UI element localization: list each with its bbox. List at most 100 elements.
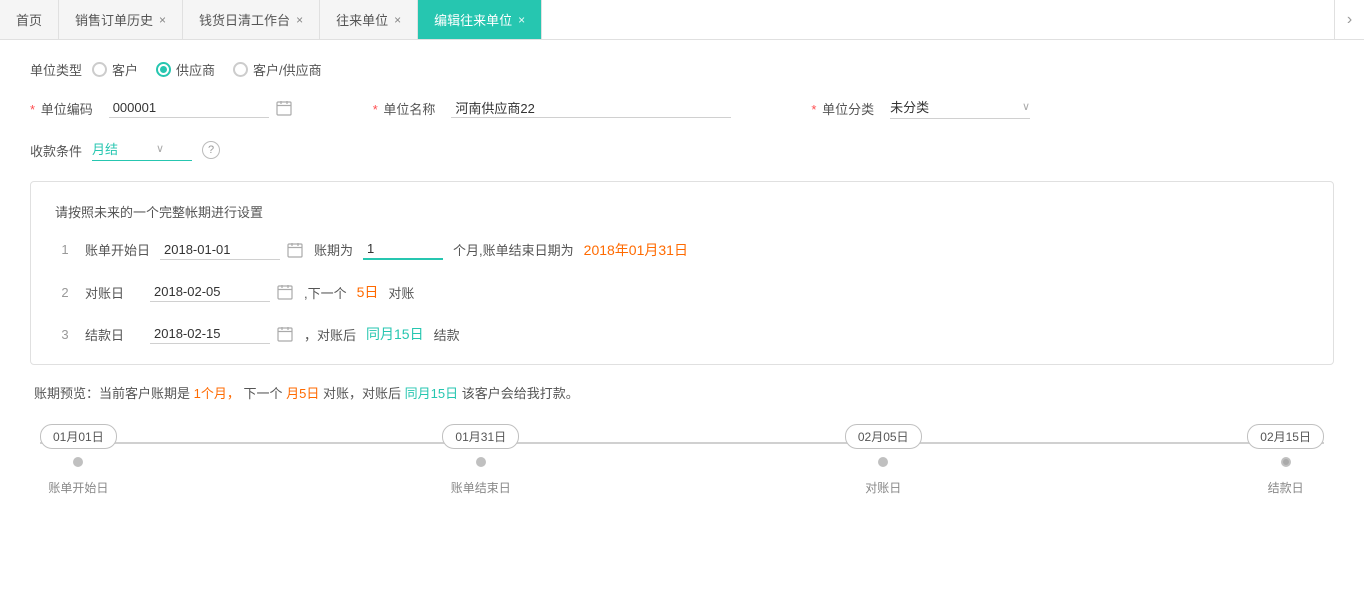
unit-code-input-group — [109, 98, 293, 118]
radio-both[interactable]: 客户/供应商 — [233, 60, 322, 79]
tab-partner-unit[interactable]: 往来单位 × — [320, 0, 418, 39]
period-date-calendar-icon-2[interactable] — [276, 283, 294, 301]
preview-section: 账期预览：当前客户账期是 1个月， 下一个 月5日 对账，对账后 同月15日 该… — [30, 383, 1334, 402]
period-value-input[interactable] — [363, 239, 443, 260]
unit-name-star: * — [373, 102, 378, 117]
unit-code-group: * 单位编码 — [30, 98, 293, 118]
radio-both-circle — [233, 62, 248, 77]
radio-supplier[interactable]: 供应商 — [156, 60, 215, 79]
tab-edit-partner[interactable]: 编辑往来单位 × — [418, 0, 542, 39]
period-date-calendar-icon-3[interactable] — [276, 325, 294, 343]
period-num-1: 1 — [55, 242, 75, 257]
period-num-3: 3 — [55, 327, 75, 342]
tab-partner-unit-close[interactable]: × — [394, 13, 401, 27]
unit-type-row: 单位类型 客户 供应商 客户/供应商 — [30, 60, 1334, 79]
period-row-3: 3 结款日 ，对账后 同月15日 结款 — [55, 324, 1309, 344]
timeline-node-1: 01月01日 账单开始日 — [40, 424, 117, 496]
period-date-group-3 — [150, 324, 294, 344]
timeline-dot-1 — [73, 457, 83, 467]
timeline-node-2: 01月31日 账单结束日 — [442, 424, 519, 496]
period-row3-prefix: ，对账后 — [304, 325, 356, 344]
unit-category-arrow: ∨ — [1022, 100, 1030, 113]
tab-home[interactable]: 首页 — [0, 0, 59, 39]
period-row2-suffix: 对账 — [388, 283, 414, 302]
period-label-1: 账单开始日 — [85, 240, 150, 259]
period-label-2: 对账日 — [85, 283, 140, 302]
preview-highlight2: 月5日 — [286, 386, 319, 401]
unit-type-radio-group: 客户 供应商 客户/供应商 — [92, 60, 322, 79]
payment-terms-value: 月结 — [92, 139, 152, 158]
period-date-input-2[interactable] — [150, 282, 270, 302]
timeline-sublabel-4: 结款日 — [1268, 479, 1304, 496]
page-content: 单位类型 客户 供应商 客户/供应商 * 单位编码 — [0, 40, 1364, 608]
payment-terms-arrow: ∨ — [156, 142, 164, 155]
tab-home-label: 首页 — [16, 10, 42, 29]
tab-sales-history-label: 销售订单历史 — [75, 10, 153, 29]
preview-suffix: 该客户会给我打款。 — [462, 386, 579, 401]
unit-info-row: * 单位编码 * 单位名称 — [30, 97, 1334, 119]
tab-cash-ledger-label: 钱货日清工作台 — [199, 10, 290, 29]
unit-category-label: * 单位分类 — [811, 99, 874, 118]
payment-terms-dropdown[interactable]: 月结 ∨ — [92, 139, 192, 161]
payment-terms-label: 收款条件 — [30, 141, 82, 160]
preview-prefix: 账期预览：当前客户账期是 — [34, 386, 190, 401]
timeline-pill-3: 02月05日 — [845, 424, 922, 449]
tab-edit-partner-close[interactable]: × — [518, 13, 525, 27]
tab-sales-history[interactable]: 销售订单历史 × — [59, 0, 183, 39]
tab-sales-history-close[interactable]: × — [159, 13, 166, 27]
period-row-2: 2 对账日 ,下一个 5日 对账 — [55, 282, 1309, 302]
unit-code-calendar-icon[interactable] — [275, 99, 293, 117]
unit-code-input[interactable] — [109, 98, 269, 118]
period-row3-suffix: 结款 — [434, 325, 460, 344]
radio-customer[interactable]: 客户 — [92, 60, 138, 79]
period-date-input-3[interactable] — [150, 324, 270, 344]
period-date-group-1 — [160, 240, 304, 260]
tab-edit-partner-label: 编辑往来单位 — [434, 10, 512, 29]
period-date-input-1[interactable] — [160, 240, 280, 260]
timeline-dot-3 — [878, 457, 888, 467]
period-row2-highlight: 5日 — [357, 282, 379, 302]
unit-name-input[interactable] — [451, 98, 731, 118]
unit-category-star: * — [811, 102, 816, 117]
timeline-pill-1: 01月01日 — [40, 424, 117, 449]
tab-partner-unit-label: 往来单位 — [336, 10, 388, 29]
radio-customer-label: 客户 — [112, 60, 138, 79]
preview-highlight3: 同月15日 — [405, 386, 458, 401]
unit-name-group: * 单位名称 — [373, 98, 732, 118]
tab-cash-ledger[interactable]: 钱货日清工作台 × — [183, 0, 320, 39]
timeline-container: 01月01日 账单开始日 01月31日 账单结束日 02月05日 对账日 02月… — [40, 424, 1324, 496]
radio-both-label: 客户/供应商 — [253, 60, 322, 79]
period-end-date: 2018年01月31日 — [584, 240, 688, 260]
unit-category-dropdown[interactable]: 未分类 ∨ — [890, 97, 1030, 119]
unit-code-label: * 单位编码 — [30, 99, 93, 118]
help-icon[interactable]: ? — [202, 141, 220, 159]
period-num-2: 2 — [55, 285, 75, 300]
unit-category-value: 未分类 — [890, 97, 1018, 116]
timeline-sublabel-3: 对账日 — [865, 479, 901, 496]
timeline-node-3: 02月05日 对账日 — [845, 424, 922, 496]
radio-supplier-circle — [156, 62, 171, 77]
period-suffix-before: 个月,账单结束日期为 — [453, 240, 574, 259]
period-row3-highlight: 同月15日 — [366, 324, 424, 344]
tab-scroll-arrow[interactable]: › — [1334, 0, 1364, 39]
unit-category-group: * 单位分类 未分类 ∨ — [811, 97, 1030, 119]
tabs-bar: 首页 销售订单历史 × 钱货日清工作台 × 往来单位 × 编辑往来单位 × › — [0, 0, 1364, 40]
period-row2-prefix: ,下一个 — [304, 283, 347, 302]
period-row-1: 1 账单开始日 账期为 个月,账单结束日期为 2018年01月31日 — [55, 239, 1309, 260]
period-label-period: 账期为 — [314, 240, 353, 259]
timeline-pill-2: 01月31日 — [442, 424, 519, 449]
radio-supplier-label: 供应商 — [176, 60, 215, 79]
tab-cash-ledger-close[interactable]: × — [296, 13, 303, 27]
timeline-sublabel-2: 账单结束日 — [451, 479, 511, 496]
timeline-dot-4 — [1281, 457, 1291, 467]
timeline-pill-4: 02月15日 — [1247, 424, 1324, 449]
radio-customer-circle — [92, 62, 107, 77]
preview-middle2: 对账，对账后 — [323, 386, 401, 401]
unit-code-star: * — [30, 102, 35, 117]
period-date-calendar-icon-1[interactable] — [286, 241, 304, 259]
preview-middle1: 下一个 — [244, 386, 283, 401]
payment-terms-row: 收款条件 月结 ∨ ? — [30, 139, 1334, 161]
timeline-node-4: 02月15日 结款日 — [1247, 424, 1324, 496]
unit-name-label: * 单位名称 — [373, 99, 436, 118]
timeline-items: 01月01日 账单开始日 01月31日 账单结束日 02月05日 对账日 02月… — [40, 424, 1324, 496]
